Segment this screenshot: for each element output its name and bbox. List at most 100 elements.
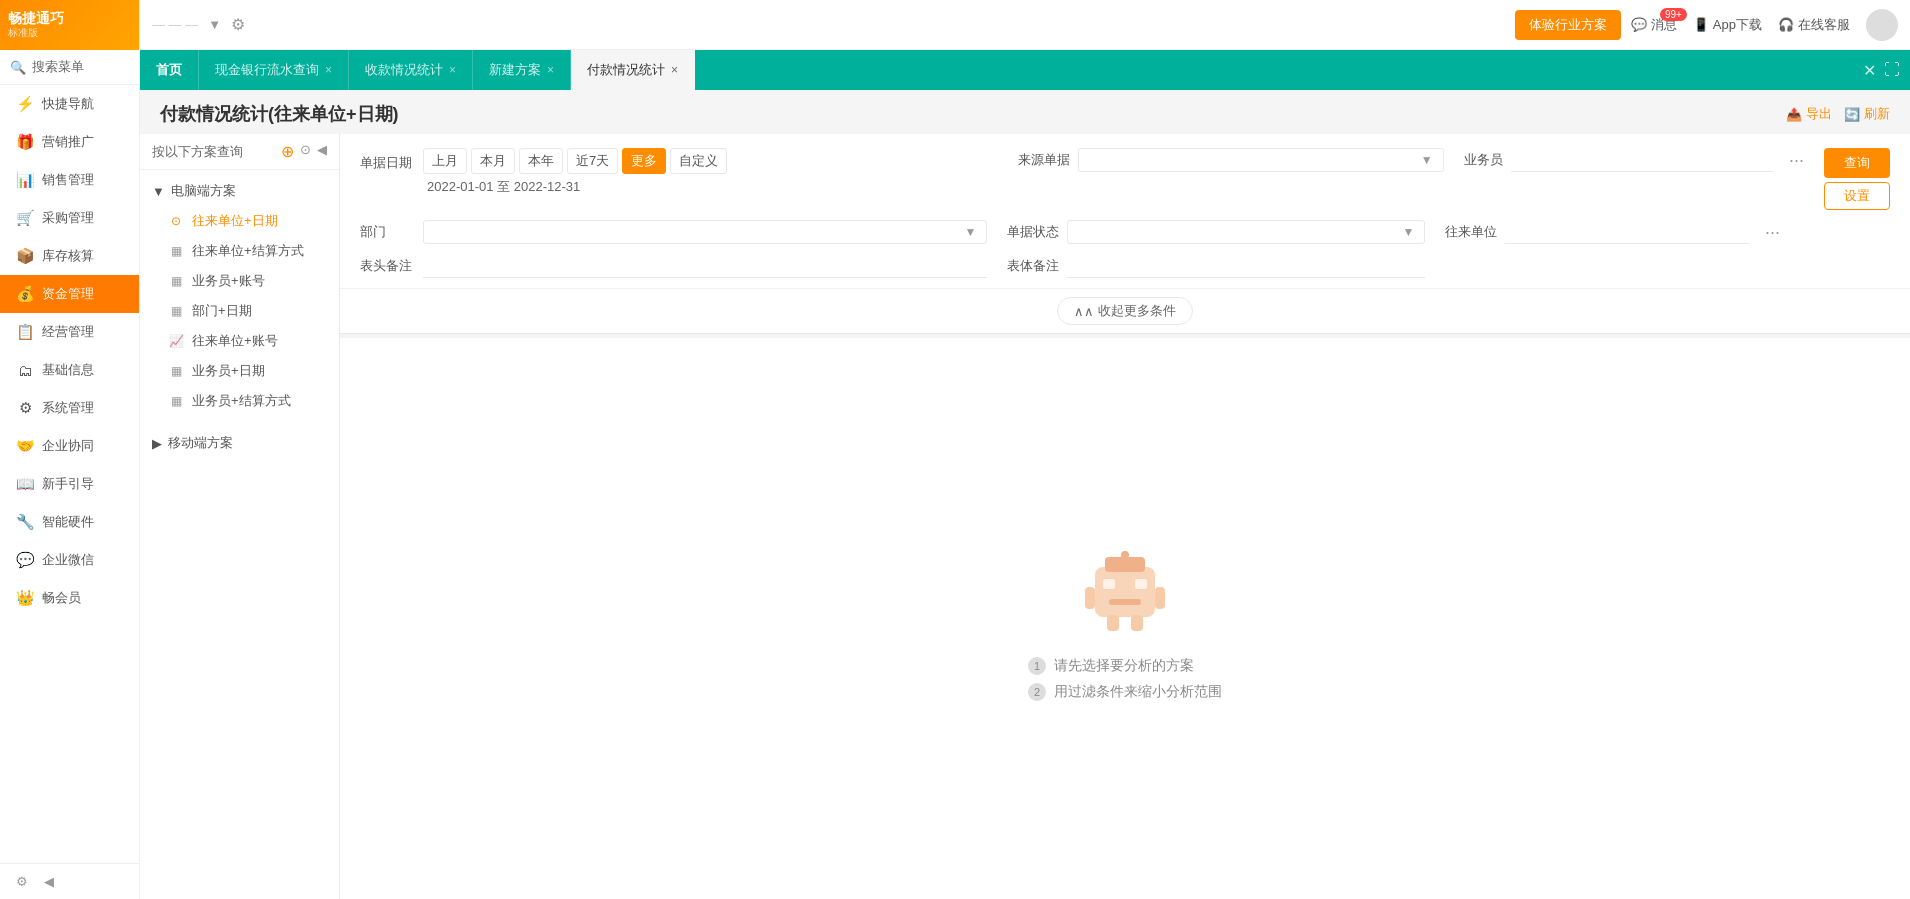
app-download-label: App下载 (1713, 16, 1762, 34)
page-header: 付款情况统计(往来单位+日期) 📤 导出 🔄 刷新 (140, 90, 1910, 134)
staff-dots-icon[interactable]: ··· (1789, 150, 1804, 171)
scheme-item-staff-date[interactable]: ▦ 业务员+日期 (140, 356, 339, 386)
sidebar-item-hardware[interactable]: 🔧 智能硬件 (0, 503, 139, 541)
topbar: — — — ▼ ⚙ 体验行业方案 💬 消息 99+ 📱 App下载 🎧 在线客服 (140, 0, 1910, 50)
sidebar-item-enterprise[interactable]: 🤝 企业协同 (0, 427, 139, 465)
scheme-item-label: 业务员+结算方式 (192, 392, 291, 410)
scheme-item-partner-account[interactable]: 📈 往来单位+账号 (140, 326, 339, 356)
partner-input[interactable] (1505, 224, 1749, 239)
sidebar-header: 畅捷通巧 标准版 (0, 0, 139, 50)
date-btn-this-month[interactable]: 本月 (471, 148, 515, 174)
scheme-item-partner-settle[interactable]: ▦ 往来单位+结算方式 (140, 236, 339, 266)
collapse-label: 收起更多条件 (1098, 302, 1176, 320)
topbar-settings-icon[interactable]: ⚙ (231, 15, 245, 34)
content-wrapper: 按以下方案查询 ⊕ ⊙ ◀ ▼ 电脑端方案 ⊙ 往来单位+日期 ▦ (140, 134, 1910, 899)
main-body: 单据日期 上月 本月 本年 近7天 更多 自定义 20 (340, 134, 1910, 899)
query-button[interactable]: 查询 (1824, 148, 1890, 178)
sidebar-item-label: 快捷导航 (42, 95, 94, 113)
sidebar-item-wechat[interactable]: 💬 企业微信 (0, 541, 139, 579)
staff-input[interactable] (1511, 152, 1773, 167)
export-button[interactable]: 📤 导出 (1786, 105, 1832, 123)
desktop-scheme-group: ▼ 电脑端方案 ⊙ 往来单位+日期 ▦ 往来单位+结算方式 ▦ 业务员+账号 ▦ (140, 170, 339, 422)
sidebar-item-label: 营销推广 (42, 133, 94, 151)
scheme-item-partner-date[interactable]: ⊙ 往来单位+日期 (140, 206, 339, 236)
close-all-icon[interactable]: ✕ (1863, 61, 1876, 80)
set-button[interactable]: 设置 (1824, 182, 1890, 210)
mobile-scheme-title[interactable]: ▶ 移动端方案 (140, 428, 339, 458)
svg-rect-6 (1085, 587, 1095, 609)
sidebar-item-label: 销售管理 (42, 171, 94, 189)
sidebar-item-sales[interactable]: 📊 销售管理 (0, 161, 139, 199)
date-btn-last-month[interactable]: 上月 (423, 148, 467, 174)
export-label: 导出 (1806, 105, 1832, 123)
sidebar-search[interactable]: 🔍 搜索菜单 (0, 50, 139, 85)
scheme-item-staff-account[interactable]: ▦ 业务员+账号 (140, 266, 339, 296)
app-download-action[interactable]: 📱 App下载 (1693, 16, 1762, 34)
sidebar-logo-text: 畅捷通巧 (8, 10, 64, 27)
header-note-input[interactable] (423, 258, 987, 273)
scheme-panel-actions: ⊕ ⊙ ◀ (281, 142, 327, 161)
maximize-icon[interactable]: ⛶ (1884, 61, 1900, 79)
hint-text-2: 用过滤条件来缩小分析范围 (1054, 683, 1222, 701)
dropdown-arrow-icon[interactable]: ▼ (208, 17, 221, 32)
sidebar-item-operation[interactable]: 📋 经营管理 (0, 313, 139, 351)
date-btn-custom[interactable]: 自定义 (670, 148, 727, 174)
tab-bank-flow[interactable]: 现金银行流水查询 × (199, 50, 349, 90)
scheme-item-staff-settle[interactable]: ▦ 业务员+结算方式 (140, 386, 339, 416)
message-icon: 💬 (1631, 17, 1647, 32)
sidebar-item-marketing[interactable]: 🎁 营销推广 (0, 123, 139, 161)
scheme-collapse-icon[interactable]: ◀ (317, 142, 327, 161)
body-note-input[interactable] (1067, 258, 1425, 273)
dept-select[interactable]: ▼ (423, 220, 987, 244)
tab-payment-stats[interactable]: 收款情况统计 × (349, 50, 473, 90)
tab-payment-analysis[interactable]: 付款情况统计 × (571, 50, 695, 90)
tab-payment-stats-close[interactable]: × (449, 63, 456, 77)
sidebar-footer: ⚙ ◀ (0, 863, 139, 899)
online-service-label: 在线客服 (1798, 16, 1850, 34)
settings-icon[interactable]: ⚙ (16, 874, 28, 889)
sidebar-item-guide[interactable]: 📖 新手引导 (0, 465, 139, 503)
collapse-button[interactable]: ∧∧ 收起更多条件 (1057, 297, 1193, 325)
source-arrow-icon: ▼ (1421, 153, 1433, 167)
sidebar-item-label: 系统管理 (42, 399, 94, 417)
tab-bank-flow-close[interactable]: × (325, 63, 332, 77)
tab-home[interactable]: 首页 (140, 50, 199, 90)
date-btn-this-year[interactable]: 本年 (519, 148, 563, 174)
inventory-icon: 📦 (16, 247, 34, 265)
user-avatar[interactable] (1866, 9, 1898, 41)
voucher-status-select[interactable]: ▼ (1067, 220, 1425, 244)
sidebar-item-system[interactable]: ⚙ 系统管理 (0, 389, 139, 427)
tab-payment-analysis-close[interactable]: × (671, 63, 678, 77)
message-action[interactable]: 💬 消息 99+ (1631, 16, 1677, 34)
tab-new-scheme[interactable]: 新建方案 × (473, 50, 571, 90)
topbar-breadcrumb: — — — (152, 17, 198, 32)
sidebar-item-basic-info[interactable]: 🗂 基础信息 (0, 351, 139, 389)
add-scheme-icon[interactable]: ⊕ (281, 142, 294, 161)
refresh-button[interactable]: 🔄 刷新 (1844, 105, 1890, 123)
sidebar-item-inventory[interactable]: 📦 库存核算 (0, 237, 139, 275)
sidebar-item-member[interactable]: 👑 畅会员 (0, 579, 139, 617)
sidebar-item-finance[interactable]: 💰 资金管理 (0, 275, 139, 313)
active-scheme-icon: ⊙ (168, 213, 184, 229)
tab-new-scheme-close[interactable]: × (547, 63, 554, 77)
scheme-icon: 📈 (168, 333, 184, 349)
guide-icon: 📖 (16, 475, 34, 493)
date-btn-more[interactable]: 更多 (622, 148, 666, 174)
date-btn-7days[interactable]: 近7天 (567, 148, 618, 174)
source-select[interactable]: ▼ (1078, 148, 1443, 172)
collapse-sidebar-icon[interactable]: ◀ (44, 874, 54, 889)
refresh-label: 刷新 (1864, 105, 1890, 123)
sidebar-item-purchase[interactable]: 🛒 采购管理 (0, 199, 139, 237)
tabbar: 首页 现金银行流水查询 × 收款情况统计 × 新建方案 × 付款情况统计 × ✕… (140, 50, 1910, 90)
scheme-settings-icon[interactable]: ⊙ (300, 142, 311, 161)
scheme-item-dept-date[interactable]: ▦ 部门+日期 (140, 296, 339, 326)
partner-dots-icon[interactable]: ··· (1765, 222, 1780, 243)
sidebar-item-quick-nav[interactable]: ⚡ 快捷导航 (0, 85, 139, 123)
quick-nav-icon: ⚡ (16, 95, 34, 113)
tab-payment-stats-label: 收款情况统计 (365, 61, 443, 79)
desktop-scheme-title[interactable]: ▼ 电脑端方案 (140, 176, 339, 206)
empty-state-illustration (1065, 537, 1185, 637)
online-service-action[interactable]: 🎧 在线客服 (1778, 16, 1850, 34)
sidebar-sub-label: 标准版 (8, 26, 64, 40)
trial-button[interactable]: 体验行业方案 (1515, 10, 1621, 40)
